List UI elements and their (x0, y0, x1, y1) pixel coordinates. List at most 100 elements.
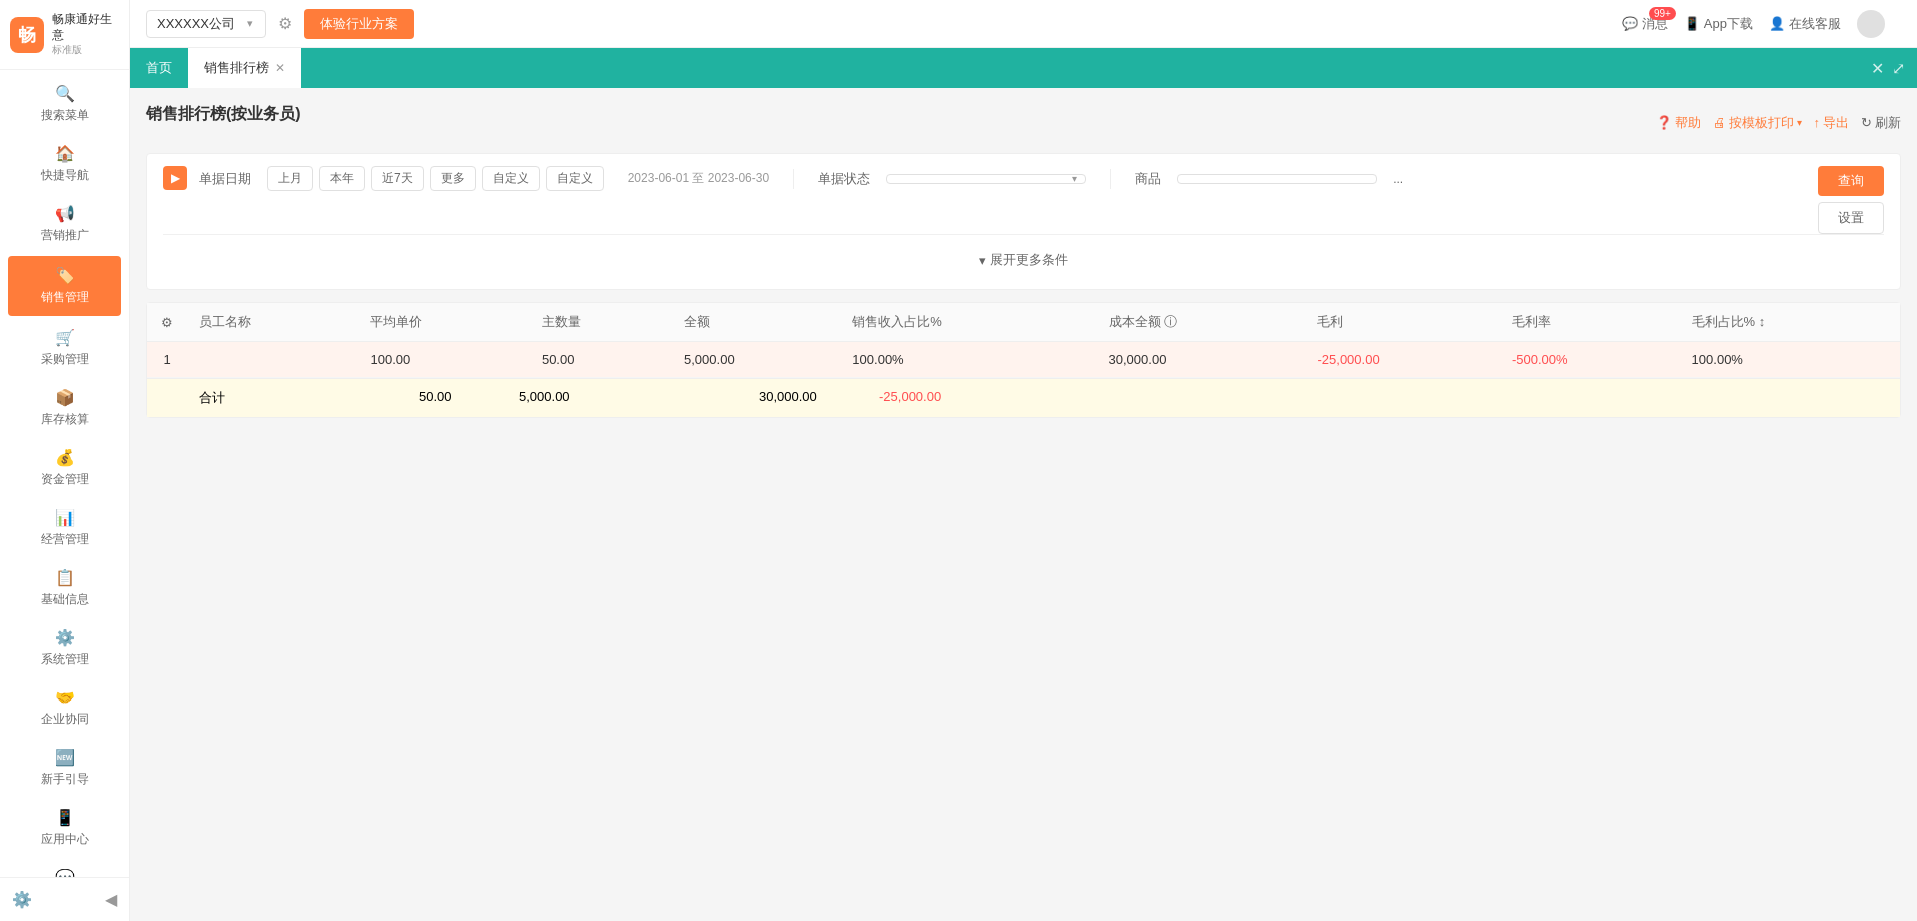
sidebar-item-quick-nav[interactable]: 🏠 快捷导航 (0, 134, 129, 194)
sidebar-item-label: 企业协同 (41, 711, 89, 728)
setting-button[interactable]: 设置 (1818, 202, 1884, 234)
logo-icon: 畅 (10, 17, 44, 53)
filter-main-row: ▶ 单据日期 上月 本年 近7天 更多 自定义 自定义 2023-06-01 至… (163, 166, 1884, 234)
date-btn-more[interactable]: 自定义 (482, 166, 540, 191)
tab-maximize-icon[interactable]: ⤢ (1892, 59, 1905, 78)
sidebar-item-basic-info[interactable]: 📋 基础信息 (0, 558, 129, 618)
table-header-row: ⚙ 员工名称 平均单价 主数量 全额 销售收入占比% 成本全额 ⓘ 毛利 毛利率… (147, 303, 1900, 342)
refresh-button[interactable]: ↻ 刷新 (1861, 114, 1901, 132)
sidebar-item-guide[interactable]: 🆕 新手引导 (0, 738, 129, 798)
filter-left: 单据日期 上月 本年 近7天 更多 自定义 自定义 2023-06-01 至 2… (199, 166, 1810, 191)
online-service-btn[interactable]: 👤 在线客服 (1769, 15, 1841, 33)
date-btn-custom[interactable]: 自定义 (546, 166, 604, 191)
tab-sales-rank[interactable]: 销售排行榜 ✕ (188, 48, 301, 88)
cell-cost: 30,000.00 (1097, 342, 1306, 378)
help-button[interactable]: ❓ 帮助 (1656, 114, 1701, 132)
marketing-icon: 📢 (55, 204, 75, 223)
total-amount: 5,000.00 (519, 389, 639, 407)
sidebar-item-label: 营销推广 (41, 227, 89, 244)
sidebar-item-cooperation[interactable]: 🤝 企业协同 (0, 678, 129, 738)
sidebar-item-system[interactable]: ⚙️ 系统管理 (0, 618, 129, 678)
message-button[interactable]: 💬 消息 99+ (1622, 15, 1668, 33)
sidebar-settings-icon[interactable]: ⚙️ (12, 890, 32, 909)
filter-collapse-arrow[interactable]: ▶ (163, 166, 187, 190)
print-chevron-icon: ▾ (1797, 117, 1802, 128)
th-name: 员工名称 (187, 303, 358, 342)
search-icon: 🔍 (55, 84, 75, 103)
more-filter-link[interactable]: ... (1393, 172, 1403, 186)
sidebar-item-label: 系统管理 (41, 651, 89, 668)
company-selector[interactable]: XXXXXX公司 ▾ (146, 10, 266, 38)
sidebar-item-marketing[interactable]: 📢 营销推广 (0, 194, 129, 254)
date-btn-7days[interactable]: 更多 (430, 166, 476, 191)
date-btn-prev-month[interactable]: 上月 (267, 166, 313, 191)
date-label: 单据日期 (199, 170, 251, 188)
purchase-icon: 🛒 (55, 328, 75, 347)
sidebar-item-label: 采购管理 (41, 351, 89, 368)
status-select[interactable]: ▾ (886, 174, 1086, 184)
total-gross: -25,000.00 (879, 389, 999, 407)
th-sales-pct: 销售收入占比% (840, 303, 1096, 342)
sidebar-item-search[interactable]: 🔍 搜索菜单 (0, 74, 129, 134)
sidebar-bottom: ⚙️ ◀ (0, 877, 129, 921)
sidebar-item-wechat[interactable]: 💬 企业微信 (0, 858, 129, 877)
sidebar-item-inventory[interactable]: 📦 库存核算 (0, 378, 129, 438)
tab-close-window-icon[interactable]: ✕ (1871, 59, 1884, 78)
print-button[interactable]: 🖨 按模板打印 ▾ (1713, 114, 1802, 132)
chevron-down-icon: ▾ (979, 253, 986, 268)
export-button[interactable]: ↑ 导出 (1814, 114, 1850, 132)
refresh-icon: ↻ (1861, 115, 1872, 130)
page-actions: ❓ 帮助 🖨 按模板打印 ▾ ↑ 导出 ↻ 刷新 (1656, 114, 1902, 132)
sidebar-item-purchase[interactable]: 🛒 采购管理 (0, 318, 129, 378)
table-row: 1 100.00 50.00 5,000.00 100.00% 30,000.0… (147, 342, 1900, 378)
sidebar-item-label: 基础信息 (41, 591, 89, 608)
tab-close-icon[interactable]: ✕ (275, 61, 285, 75)
sales-rank-tab-label: 销售排行榜 (204, 59, 269, 77)
sidebar-item-label: 应用中心 (41, 831, 89, 848)
sidebar-item-operations[interactable]: 📊 经营管理 (0, 498, 129, 558)
service-icon: 👤 (1769, 16, 1785, 31)
app-name: 畅康通好生意 (52, 12, 119, 43)
logo-text-area: 畅康通好生意 标准版 (52, 12, 119, 57)
sidebar-item-label: 快捷导航 (41, 167, 89, 184)
status-label: 单据状态 (818, 170, 870, 188)
th-avg-price: 平均单价 (358, 303, 529, 342)
goods-label: 商品 (1135, 170, 1161, 188)
sidebar-item-label: 销售管理 (41, 289, 89, 306)
total-label: 合计 (199, 389, 319, 407)
date-btn-this-year[interactable]: 近7天 (371, 166, 424, 191)
goods-select[interactable] (1177, 174, 1377, 184)
sidebar-item-sales[interactable]: 🏷️ 销售管理 (8, 256, 121, 316)
total-main-qty: 50.00 (419, 389, 519, 407)
filter-row-1: 单据日期 上月 本年 近7天 更多 自定义 自定义 2023-06-01 至 2… (199, 166, 1810, 191)
cell-main-qty: 50.00 (530, 342, 672, 378)
th-main-qty: 主数量 (530, 303, 672, 342)
sidebar-item-label: 新手引导 (41, 771, 89, 788)
avatar[interactable] (1857, 10, 1885, 38)
cell-rank: 1 (147, 342, 187, 378)
app-download-btn[interactable]: 📱 App下载 (1684, 15, 1753, 33)
sidebar-item-label: 资金管理 (41, 471, 89, 488)
sidebar-collapse-icon[interactable]: ◀ (105, 890, 117, 909)
gear-icon[interactable]: ⚙ (278, 14, 292, 33)
total-settings-col (159, 389, 199, 407)
sidebar-item-finance[interactable]: 💰 资金管理 (0, 438, 129, 498)
sidebar-item-app-center[interactable]: 📱 应用中心 (0, 798, 129, 858)
export-icon: ↑ (1814, 115, 1821, 130)
cell-amount: 5,000.00 (672, 342, 840, 378)
industry-btn[interactable]: 体验行业方案 (304, 9, 414, 39)
expand-more-btn[interactable]: ▾ 展开更多条件 (979, 251, 1068, 269)
main-content: 销售排行榜(按业务员) ❓ 帮助 🖨 按模板打印 ▾ ↑ 导出 ↻ 刷新 ▶ (130, 88, 1917, 921)
th-gross: 毛利 (1305, 303, 1499, 342)
finance-icon: 💰 (55, 448, 75, 467)
expand-row: ▾ 展开更多条件 (163, 234, 1884, 277)
tab-home[interactable]: 首页 (130, 48, 188, 88)
query-button[interactable]: 查询 (1818, 166, 1884, 196)
th-settings[interactable]: ⚙ (147, 303, 187, 342)
print-icon: 🖨 (1713, 115, 1726, 130)
date-range: 2023-06-01 至 2023-06-30 (628, 170, 769, 187)
chevron-down-icon: ▾ (1072, 173, 1077, 184)
total-sales-pct (639, 389, 759, 407)
expand-label: 展开更多条件 (990, 251, 1068, 269)
date-btn-this-month-active[interactable]: 本年 (319, 166, 365, 191)
